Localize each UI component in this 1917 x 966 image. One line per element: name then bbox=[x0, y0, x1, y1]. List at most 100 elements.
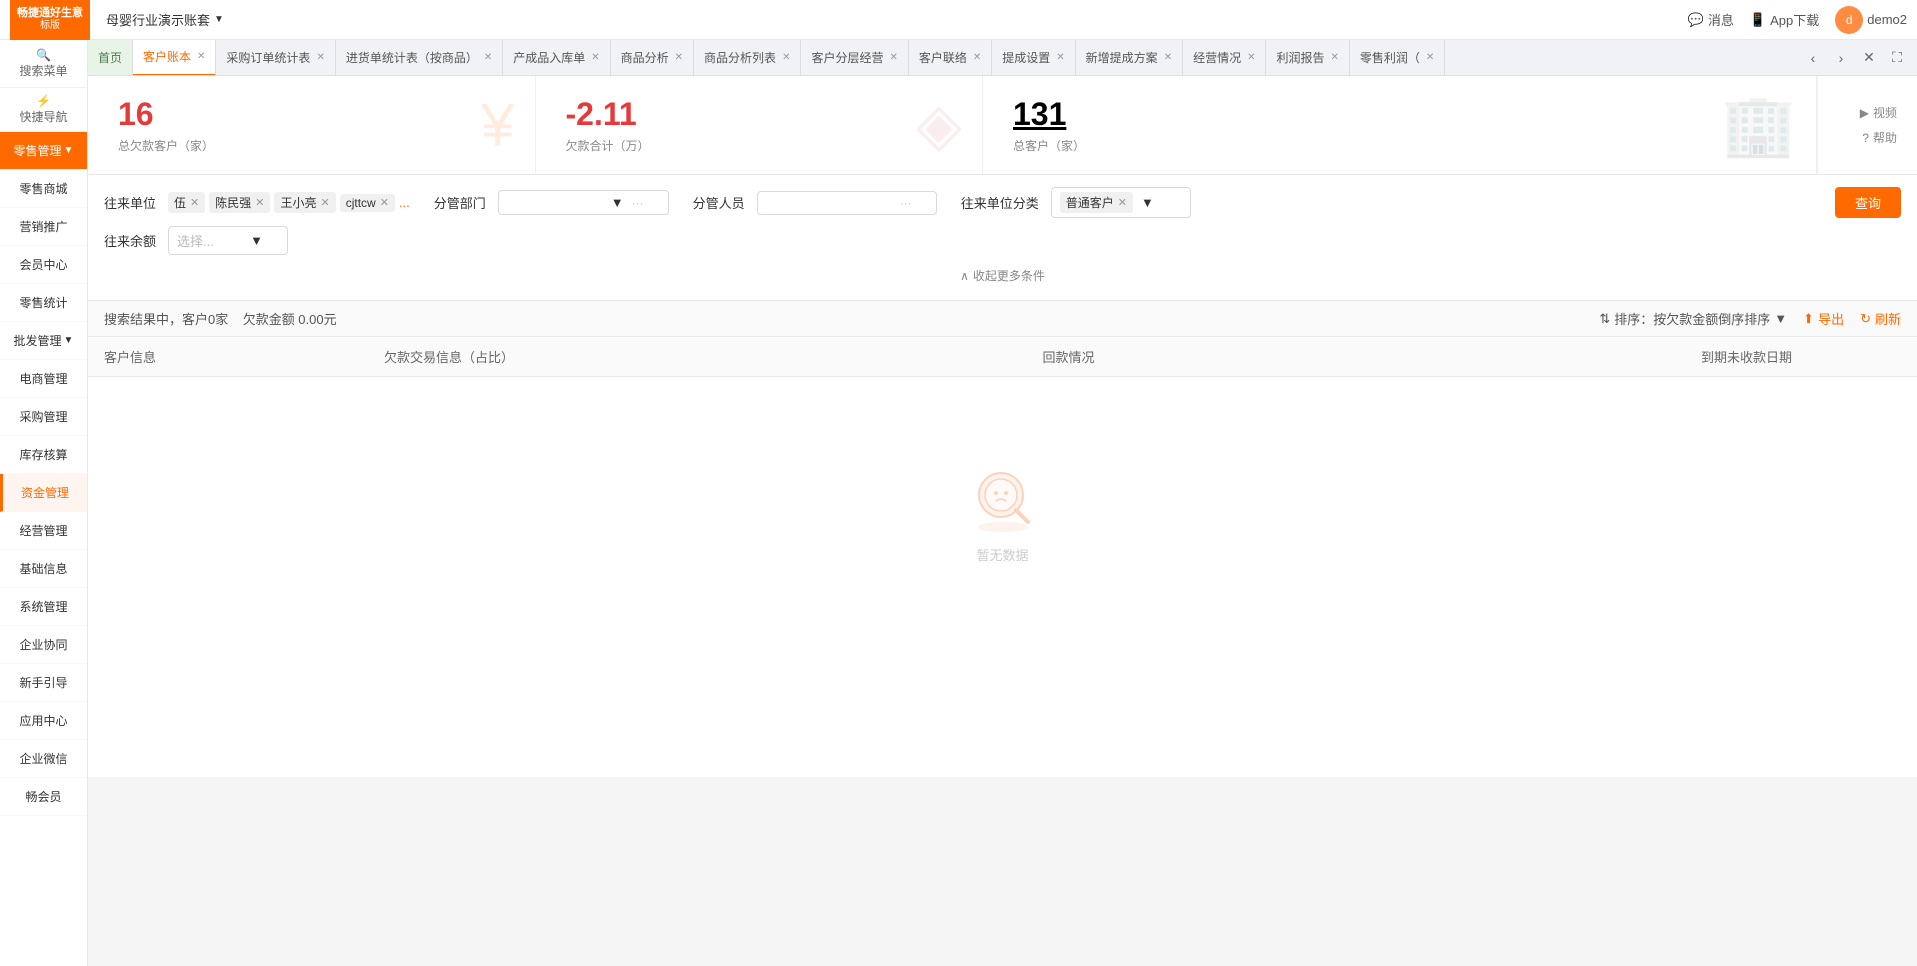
user-avatar[interactable]: d demo2 bbox=[1835, 6, 1907, 34]
stats-section: ¥ 16 总欠款客户（家） ◈ -2.11 欠款合计（万） 🏢 131 总客户（… bbox=[88, 76, 1917, 175]
close-tab-icon[interactable]: ✕ bbox=[316, 52, 324, 63]
sidebar-item-ops-mgmt[interactable]: 经营管理 bbox=[0, 512, 87, 550]
stat-bg-icon-2: ◈ bbox=[916, 90, 962, 160]
filter-tag-empty[interactable]: 伍 ✕ bbox=[168, 192, 205, 213]
refresh-button[interactable]: ↻ 刷新 bbox=[1860, 309, 1901, 328]
stat-bg-icon-1: ¥ bbox=[481, 91, 514, 160]
sidebar-search[interactable]: 🔍 搜索菜单 bbox=[0, 40, 87, 88]
close-tab-icon[interactable]: ✕ bbox=[675, 52, 683, 63]
sidebar: 🔍 搜索菜单 ⚡ 快捷导航 零售管理 ▼ 零售商城 营销推广 会员中心 零售统计… bbox=[0, 40, 88, 966]
remove-tag-icon[interactable]: ✕ bbox=[1118, 196, 1127, 209]
stat-label-customers: 总欠款客户（家） bbox=[118, 137, 214, 154]
filter-balance-label: 往来余额 bbox=[104, 231, 156, 250]
tab-ops-situation[interactable]: 经营情况 ✕ bbox=[1183, 40, 1266, 76]
sidebar-item-ecommerce[interactable]: 电商管理 bbox=[0, 360, 87, 398]
search-icon: 🔍 bbox=[36, 48, 51, 62]
main: 首页 客户账本 ✕ 采购订单统计表 ✕ 进货单统计表（按商品） ✕ 产成品入库单… bbox=[88, 40, 1917, 966]
filter-tag-chen[interactable]: 陈民强 ✕ bbox=[209, 192, 270, 213]
remove-tag-icon[interactable]: ✕ bbox=[321, 196, 330, 209]
filter-tag-cjttcw[interactable]: cjttcw ✕ bbox=[340, 194, 395, 212]
sidebar-item-newbie[interactable]: 新手引导 bbox=[0, 664, 87, 702]
tab-customer-contact[interactable]: 客户联络 ✕ bbox=[909, 40, 992, 76]
filter-row-2: 往来余额 选择... ▼ bbox=[104, 226, 1901, 255]
close-tab-icon[interactable]: ✕ bbox=[1426, 52, 1434, 63]
tab-next-button[interactable]: › bbox=[1829, 46, 1853, 70]
video-icon: ▶ bbox=[1860, 106, 1869, 120]
col-customer-info: 客户信息 bbox=[104, 347, 384, 366]
filter-row-1: 往来单位 伍 ✕ 陈民强 ✕ 王小亮 ✕ bbox=[104, 187, 1901, 218]
close-tab-icon[interactable]: ✕ bbox=[197, 51, 205, 62]
table-body: 暂无数据 bbox=[88, 377, 1917, 777]
filter-unit-label: 往来单位 bbox=[104, 193, 156, 212]
filter-dept-select[interactable]: ▼ ··· bbox=[498, 190, 669, 215]
close-tab-icon[interactable]: ✕ bbox=[1056, 52, 1064, 63]
close-tab-icon[interactable]: ✕ bbox=[1331, 52, 1339, 63]
filter-unit-class-select[interactable]: 普通客户 ✕ ▼ bbox=[1051, 187, 1191, 218]
sidebar-item-purchase-mgmt[interactable]: 采购管理 bbox=[0, 398, 87, 436]
remove-tag-icon[interactable]: ✕ bbox=[255, 196, 264, 209]
tab-expand-button[interactable]: ⛶ bbox=[1885, 46, 1909, 70]
sidebar-item-sys-mgmt[interactable]: 系统管理 bbox=[0, 588, 87, 626]
collapse-filters-button[interactable]: ∧ 收起更多条件 bbox=[104, 263, 1901, 288]
tab-profit-report[interactable]: 利润报告 ✕ bbox=[1266, 40, 1349, 76]
sidebar-item-enterprise-coop[interactable]: 企业协同 bbox=[0, 626, 87, 664]
tab-raise-settings[interactable]: 提成设置 ✕ bbox=[992, 40, 1075, 76]
video-button[interactable]: ▶ 视频 bbox=[1860, 104, 1897, 121]
sidebar-item-retail-mgmt[interactable]: 零售管理 ▼ bbox=[0, 132, 87, 170]
sort-selector[interactable]: ⇅ 排序：按欠款金额倒序排序 ▼ bbox=[1599, 309, 1787, 328]
chevron-down-icon: ▼ bbox=[64, 335, 74, 346]
tab-product-analysis[interactable]: 商品分析 ✕ bbox=[611, 40, 694, 76]
tab-home[interactable]: 首页 bbox=[88, 40, 133, 76]
tab-prev-button[interactable]: ‹ bbox=[1801, 46, 1825, 70]
sidebar-item-member[interactable]: 畅会员 bbox=[0, 778, 87, 816]
tab-new-raise-plan[interactable]: 新增提成方案 ✕ bbox=[1076, 40, 1183, 76]
page-content: ¥ 16 总欠款客户（家） ◈ -2.11 欠款合计（万） 🏢 131 总客户（… bbox=[88, 76, 1917, 966]
app-download-button[interactable]: 📱 App下载 bbox=[1750, 10, 1819, 29]
query-button[interactable]: 查询 bbox=[1835, 187, 1901, 218]
tab-purchase-order-stats[interactable]: 采购订单统计表 ✕ bbox=[216, 40, 335, 76]
sidebar-item-capital-mgmt[interactable]: 资金管理 bbox=[0, 474, 87, 512]
filter-balance-select[interactable]: 选择... ▼ bbox=[168, 226, 288, 255]
avatar: d bbox=[1835, 6, 1863, 34]
sidebar-item-retail-stats[interactable]: 零售统计 bbox=[0, 284, 87, 322]
stat-value-all: 131 bbox=[1013, 96, 1066, 133]
export-button[interactable]: ⬆ 导出 bbox=[1803, 309, 1844, 328]
tab-inbound-stats[interactable]: 进货单统计表（按商品） ✕ bbox=[336, 40, 503, 76]
layout: 🔍 搜索菜单 ⚡ 快捷导航 零售管理 ▼ 零售商城 营销推广 会员中心 零售统计… bbox=[0, 0, 1917, 966]
sidebar-item-retail-mall[interactable]: 零售商城 bbox=[0, 170, 87, 208]
remove-tag-icon[interactable]: ✕ bbox=[190, 196, 199, 209]
message-button[interactable]: 💬 消息 bbox=[1688, 10, 1734, 29]
tab-customer-accounts[interactable]: 客户账本 ✕ bbox=[133, 40, 216, 76]
close-tab-icon[interactable]: ✕ bbox=[1164, 52, 1172, 63]
close-tab-icon[interactable]: ✕ bbox=[889, 52, 897, 63]
help-button[interactable]: ? 帮助 bbox=[1862, 129, 1897, 146]
sidebar-item-app-center[interactable]: 应用中心 bbox=[0, 702, 87, 740]
close-tab-icon[interactable]: ✕ bbox=[973, 52, 981, 63]
filter-person-select[interactable]: ··· bbox=[757, 191, 937, 215]
workspace-selector[interactable]: 母婴行业演示账套 ▼ bbox=[98, 10, 232, 29]
empty-label: 暂无数据 bbox=[976, 545, 1028, 564]
filter-tag-wang[interactable]: 王小亮 ✕ bbox=[274, 192, 335, 213]
sidebar-item-basic-info[interactable]: 基础信息 bbox=[0, 550, 87, 588]
sidebar-item-inventory[interactable]: 库存核算 bbox=[0, 436, 87, 474]
tab-customer-segment[interactable]: 客户分层经营 ✕ bbox=[801, 40, 908, 76]
nav-icon: ⚡ bbox=[36, 94, 51, 108]
sidebar-item-enterprise-wechat[interactable]: 企业微信 bbox=[0, 740, 87, 778]
sidebar-item-member-center[interactable]: 会员中心 bbox=[0, 246, 87, 284]
sidebar-item-wholesale-mgmt[interactable]: 批发管理 ▼ bbox=[0, 322, 87, 360]
sidebar-quick-nav[interactable]: ⚡ 快捷导航 bbox=[0, 88, 87, 132]
tab-product-inbound[interactable]: 产成品入库单 ✕ bbox=[503, 40, 610, 76]
sidebar-item-marketing[interactable]: 营销推广 bbox=[0, 208, 87, 246]
help-area: ▶ 视频 ? 帮助 bbox=[1817, 76, 1917, 174]
filter-more-tags[interactable]: ... bbox=[399, 195, 410, 210]
table: 客户信息 欠款交易信息（占比） 回款情况 到期未收款日期 bbox=[88, 337, 1917, 777]
tab-close-all-button[interactable]: ✕ bbox=[1857, 46, 1881, 70]
remove-tag-icon[interactable]: ✕ bbox=[380, 196, 389, 209]
tab-retail-profit[interactable]: 零售利润（ ✕ bbox=[1350, 40, 1445, 76]
tab-product-analysis-list[interactable]: 商品分析列表 ✕ bbox=[694, 40, 801, 76]
close-tab-icon[interactable]: ✕ bbox=[782, 52, 790, 63]
close-tab-icon[interactable]: ✕ bbox=[591, 52, 599, 63]
close-tab-icon[interactable]: ✕ bbox=[1247, 52, 1255, 63]
close-tab-icon[interactable]: ✕ bbox=[484, 52, 492, 63]
filter-tag-normal[interactable]: 普通客户 ✕ bbox=[1060, 192, 1133, 213]
